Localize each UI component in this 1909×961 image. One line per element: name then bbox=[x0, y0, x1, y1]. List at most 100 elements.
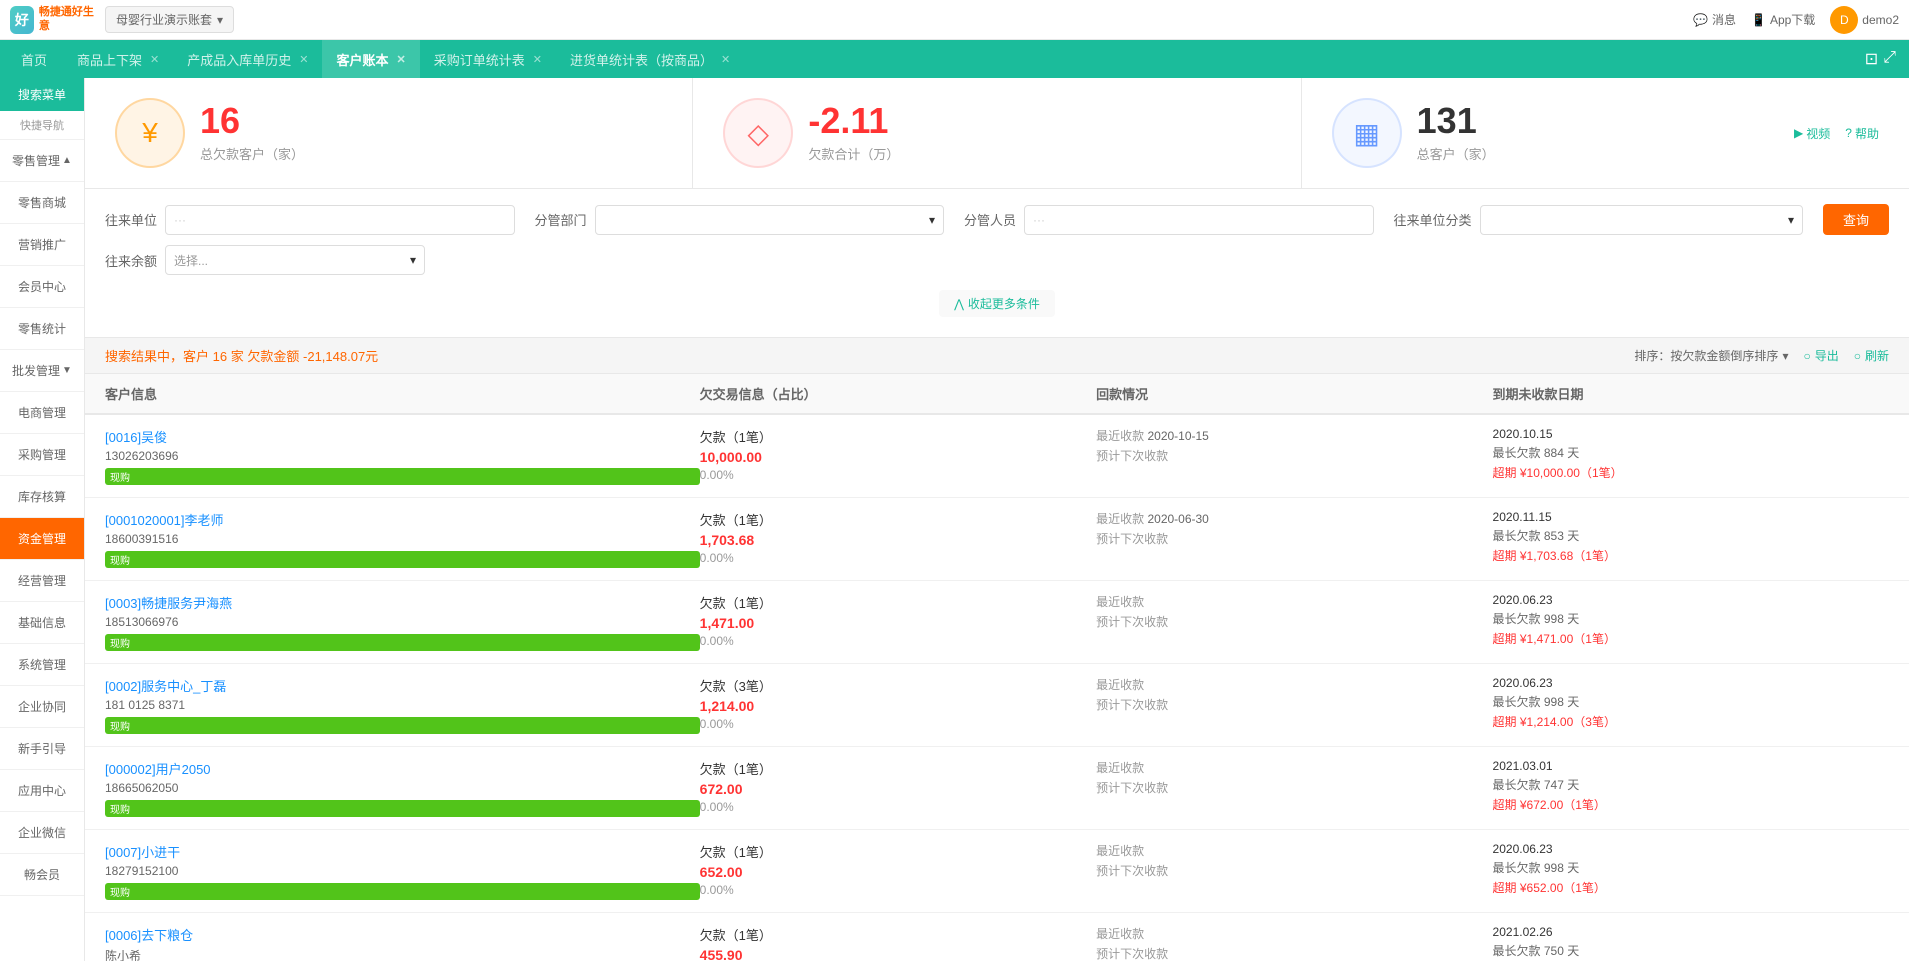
close-icon[interactable]: ✕ bbox=[721, 53, 730, 66]
customer-name-1[interactable]: [0001020001]李老师 bbox=[105, 510, 700, 529]
close-icon[interactable]: ✕ bbox=[533, 53, 542, 66]
results-summary: 搜索结果中，客户 16 家 欠款金额 -21,148.07元 bbox=[105, 346, 378, 365]
sidebar-item-finance[interactable]: 资金管理 bbox=[0, 518, 84, 560]
stat-text-total: 131 总客户（家） bbox=[1417, 103, 1495, 163]
stat-value-debt: -2.11 bbox=[808, 103, 899, 139]
sidebar-item-vip[interactable]: 畅会员 bbox=[0, 854, 84, 896]
tab-home[interactable]: 首页 bbox=[5, 40, 63, 78]
video-link[interactable]: ▶ 视频 bbox=[1794, 125, 1830, 142]
message-icon: 💬 bbox=[1693, 13, 1708, 27]
debt-count-5: 欠款（1笔） bbox=[700, 842, 1096, 861]
payback-info-3: 最近收款 预计下次收款 bbox=[1096, 676, 1492, 713]
logo-text: 畅捷通好生意 bbox=[39, 6, 95, 32]
customer-info-2: [0003]畅捷服务尹海燕 18513066976 现购 bbox=[105, 593, 700, 651]
sidebar-item-retail-mgmt[interactable]: 零售管理 ▲ bbox=[0, 140, 84, 182]
search-menu-item[interactable]: 搜索菜单 bbox=[0, 78, 84, 111]
customer-name-5[interactable]: [0007]小进干 bbox=[105, 842, 700, 861]
tab-product-listing[interactable]: 商品上下架 ✕ bbox=[63, 40, 173, 78]
sidebar-item-inventory[interactable]: 库存核算 bbox=[0, 476, 84, 518]
refresh-button[interactable]: ○ 刷新 bbox=[1854, 347, 1889, 364]
main-content: ¥ 16 总欠款客户（家） ◇ -2.11 欠款合计（万） ▦ 131 总客户（… bbox=[85, 78, 1909, 961]
tab-purchase-stats[interactable]: 采购订单统计表 ✕ bbox=[420, 40, 556, 78]
filter-input-balance[interactable]: 选择... ▾ bbox=[165, 245, 425, 275]
close-icon[interactable]: ✕ bbox=[150, 53, 159, 66]
filter-input-person[interactable]: ··· bbox=[1024, 205, 1373, 235]
customer-tag-0: 现购 bbox=[105, 468, 700, 485]
tab-customer-account[interactable]: 客户账本 ✕ bbox=[322, 40, 419, 78]
industry-dropdown[interactable]: 母婴行业演示账套 ▾ bbox=[105, 6, 234, 33]
tab-warehouse-history[interactable]: 产成品入库单历史 ✕ bbox=[173, 40, 322, 78]
chevron-down-icon: ▾ bbox=[410, 253, 416, 267]
due-info-0: 2020.10.15 最长欠款 884 天 超期 ¥10,000.00（1笔） bbox=[1493, 427, 1889, 481]
debt-count-2: 欠款（1笔） bbox=[700, 593, 1096, 612]
sidebar-item-enterprise[interactable]: 企业协同 bbox=[0, 686, 84, 728]
chevron-down-icon: ▾ bbox=[1782, 349, 1788, 363]
stat-icon-yuan: ¥ bbox=[115, 98, 185, 168]
filter-input-dept[interactable]: ▾ bbox=[595, 205, 944, 235]
payback-info-5: 最近收款 预计下次收款 bbox=[1096, 842, 1492, 879]
sidebar-item-purchase-mgmt[interactable]: 采购管理 bbox=[0, 434, 84, 476]
sidebar-item-app-center[interactable]: 应用中心 bbox=[0, 770, 84, 812]
debt-amount-1: 1,703.68 bbox=[700, 532, 1096, 548]
filter-input-unit[interactable]: ··· bbox=[165, 205, 514, 235]
debt-count-0: 欠款（1笔） bbox=[700, 427, 1096, 446]
sidebar-item-retail-stats[interactable]: 零售统计 bbox=[0, 308, 84, 350]
debt-info-3: 欠款（3笔） 1,214.00 0.00% bbox=[700, 676, 1096, 731]
customer-info-0: [0016]吴俊 13026203696 现购 bbox=[105, 427, 700, 485]
overdue-link-5[interactable]: 超期 ¥652.00（1笔） bbox=[1493, 879, 1889, 896]
overdue-link-1[interactable]: 超期 ¥1,703.68（1笔） bbox=[1493, 547, 1889, 564]
avatar: D bbox=[1830, 6, 1858, 34]
logo-icon: 好 bbox=[10, 6, 34, 34]
collapse-button[interactable]: ⋀ 收起更多条件 bbox=[939, 290, 1055, 317]
customer-name-0[interactable]: [0016]吴俊 bbox=[105, 427, 700, 446]
customer-phone-0: 13026203696 bbox=[105, 449, 700, 463]
debt-info-2: 欠款（1笔） 1,471.00 0.00% bbox=[700, 593, 1096, 648]
message-button[interactable]: 💬 消息 bbox=[1693, 11, 1736, 28]
sidebar-item-quick-nav: 快捷导航 bbox=[0, 111, 84, 140]
sidebar-item-guide[interactable]: 新手引导 bbox=[0, 728, 84, 770]
overdue-link-3[interactable]: 超期 ¥1,214.00（3笔） bbox=[1493, 713, 1889, 730]
sidebar-item-marketing[interactable]: 营销推广 bbox=[0, 224, 84, 266]
sort-select[interactable]: 排序：按欠款金额倒序排序 ▾ bbox=[1634, 347, 1788, 364]
col-header-payback: 回款情况 bbox=[1096, 384, 1492, 403]
app-download-button[interactable]: 📱 App下载 bbox=[1751, 11, 1815, 28]
close-icon[interactable]: ✕ bbox=[299, 53, 308, 66]
help-icon: ? bbox=[1845, 126, 1852, 140]
debt-count-4: 欠款（1笔） bbox=[700, 759, 1096, 778]
sidebar-item-member-center[interactable]: 会员中心 bbox=[0, 266, 84, 308]
debt-amount-6: 455.90 bbox=[700, 947, 1096, 961]
customer-name-2[interactable]: [0003]畅捷服务尹海燕 bbox=[105, 593, 700, 612]
stat-block-total: ▦ 131 总客户（家） ▶ 视频 ? 帮助 bbox=[1302, 78, 1909, 188]
overdue-link-0[interactable]: 超期 ¥10,000.00（1笔） bbox=[1493, 464, 1889, 481]
sidebar: 搜索菜单 快捷导航 零售管理 ▲ 零售商城 营销推广 会员中心 零售统计 批发管… bbox=[0, 78, 85, 961]
customer-name-4[interactable]: [000002]用户2050 bbox=[105, 759, 700, 778]
nav-window-controls[interactable]: ⊡ ⤢ bbox=[1857, 49, 1904, 69]
sidebar-item-wecom[interactable]: 企业微信 bbox=[0, 812, 84, 854]
filter-input-category[interactable]: ▾ bbox=[1480, 205, 1803, 235]
sidebar-item-retail-mall[interactable]: 零售商城 bbox=[0, 182, 84, 224]
sidebar-item-system[interactable]: 系统管理 bbox=[0, 644, 84, 686]
debt-percent-0: 0.00% bbox=[700, 468, 1096, 482]
export-button[interactable]: ○ 导出 bbox=[1803, 347, 1838, 364]
overdue-link-2[interactable]: 超期 ¥1,471.00（1笔） bbox=[1493, 630, 1889, 647]
payback-info-6: 最近收款 预计下次收款 bbox=[1096, 925, 1492, 961]
customer-name-3[interactable]: [0002]服务中心_丁磊 bbox=[105, 676, 700, 695]
sidebar-item-ecommerce[interactable]: 电商管理 bbox=[0, 392, 84, 434]
user-menu[interactable]: D demo2 bbox=[1830, 6, 1899, 34]
close-icon[interactable]: ✕ bbox=[397, 53, 406, 66]
sidebar-item-basic-info[interactable]: 基础信息 bbox=[0, 602, 84, 644]
tab-inbound-stats[interactable]: 进货单统计表（按商品） ✕ bbox=[556, 40, 744, 78]
sidebar-item-business-mgmt[interactable]: 经营管理 bbox=[0, 560, 84, 602]
maximize-icon[interactable]: ⤢ bbox=[1883, 49, 1896, 69]
help-link[interactable]: ? 帮助 bbox=[1845, 125, 1879, 142]
restore-icon[interactable]: ⊡ bbox=[1865, 49, 1878, 69]
overdue-link-4[interactable]: 超期 ¥672.00（1笔） bbox=[1493, 796, 1889, 813]
search-button[interactable]: 查询 bbox=[1823, 204, 1889, 235]
customer-tag-5: 现购 bbox=[105, 883, 700, 900]
table-row: [0006]去下粮仓 陈小希 现购 欠款（1笔） 455.90 0.00% 最近… bbox=[85, 913, 1909, 961]
filter-balance-placeholder: 选择... bbox=[174, 252, 208, 269]
video-icon: ▶ bbox=[1794, 126, 1803, 140]
customer-info-1: [0001020001]李老师 18600391516 现购 bbox=[105, 510, 700, 568]
customer-name-6[interactable]: [0006]去下粮仓 bbox=[105, 925, 700, 944]
sidebar-item-wholesale-mgmt[interactable]: 批发管理 ▼ bbox=[0, 350, 84, 392]
